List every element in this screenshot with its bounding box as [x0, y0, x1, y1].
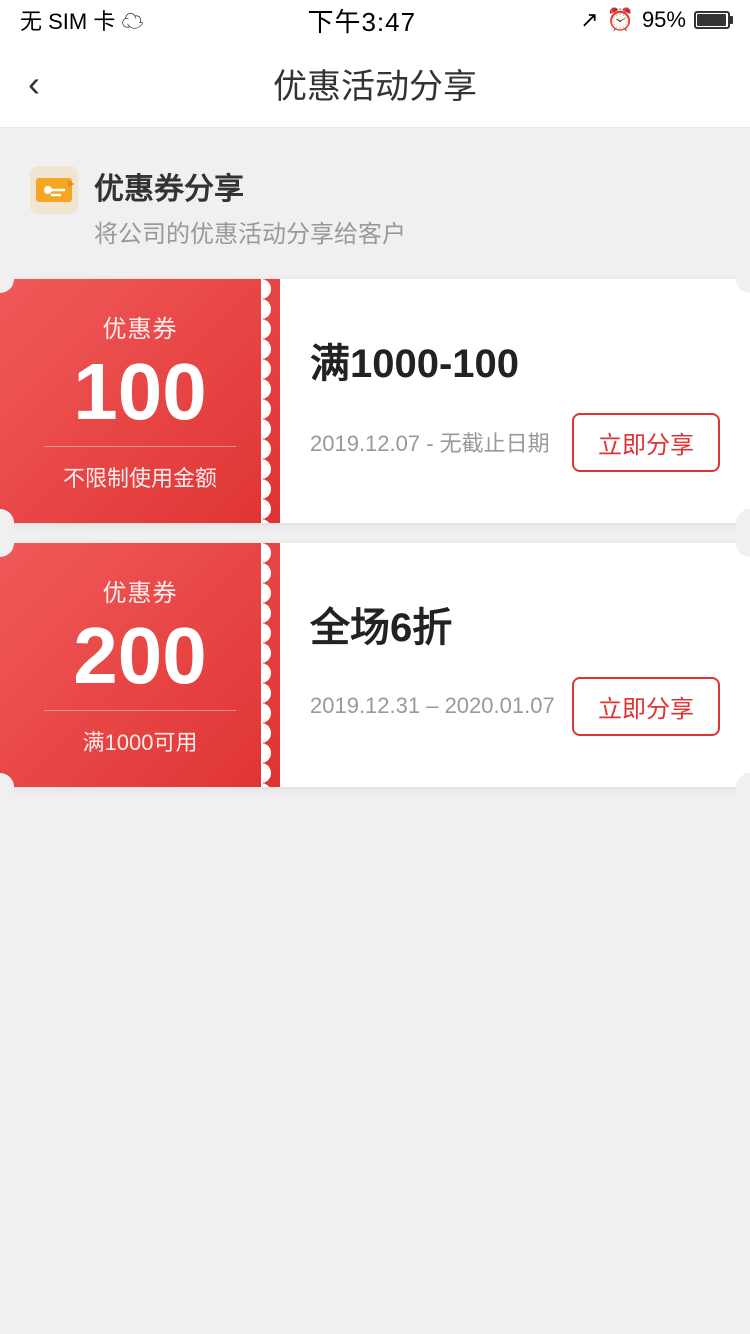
coupon-label-1: 优惠券 [103, 573, 178, 608]
coupon-date-row-0: 2019.12.07 - 无截止日期 立即分享 [310, 413, 720, 472]
coupon-condition-0: 不限制使用金额 [63, 461, 217, 493]
section-text: 优惠券分享 将公司的优惠活动分享给客户 [94, 164, 406, 249]
coupon-date-row-1: 2019.12.31 – 2020.01.07 立即分享 [310, 677, 720, 736]
coupon-amount-1: 200 [73, 616, 206, 696]
coupon-right-0: 满1000-100 2019.12.07 - 无截止日期 立即分享 [280, 279, 750, 523]
coupon-name-1: 全场6折 [310, 595, 720, 653]
share-button-1[interactable]: 立即分享 [572, 677, 720, 736]
alarm-icon: ⏰ [607, 7, 634, 33]
back-button[interactable]: ‹ [28, 63, 40, 105]
coupon-name-0: 满1000-100 [310, 331, 720, 389]
coupon-date-0: 2019.12.07 - 无截止日期 [310, 426, 550, 458]
coupon-date-1: 2019.12.31 – 2020.01.07 [310, 693, 555, 719]
status-right: ↗ ⏰ 95% [580, 7, 730, 33]
share-button-0[interactable]: 立即分享 [572, 413, 720, 472]
coupon-card: 优惠券 200 满1000可用 全场6折 2019.12.31 – 2020.0… [0, 543, 750, 787]
coupon-label-0: 优惠券 [103, 309, 178, 344]
page-title: 优惠活动分享 [273, 59, 477, 108]
status-bar: 无 SIM 卡 ☁ 下午3:47 ↗ ⏰ 95% [0, 0, 750, 40]
nav-bar: ‹ 优惠活动分享 [0, 40, 750, 128]
battery-icon [694, 11, 730, 29]
coupon-card: 优惠券 100 不限制使用金额 满1000-100 2019.12.07 - 无… [0, 279, 750, 523]
sim-label: 无 SIM 卡 ☁ [20, 4, 143, 36]
coupon-left-0: 优惠券 100 不限制使用金额 [0, 279, 280, 523]
section-header: 优惠券分享 将公司的优惠活动分享给客户 [0, 128, 750, 269]
location-icon: ↗ [580, 7, 598, 33]
coupon-divider-0 [44, 446, 236, 447]
coupon-amount-0: 100 [73, 352, 206, 432]
coupon-condition-1: 满1000可用 [83, 725, 198, 757]
status-left: 无 SIM 卡 ☁ [20, 4, 143, 36]
coupon-divider-1 [44, 710, 236, 711]
section-title: 优惠券分享 [94, 164, 406, 208]
section-subtitle: 将公司的优惠活动分享给客户 [94, 214, 406, 249]
page-background [0, 827, 750, 1227]
coupon-right-1: 全场6折 2019.12.31 – 2020.01.07 立即分享 [280, 543, 750, 787]
coupon-left-1: 优惠券 200 满1000可用 [0, 543, 280, 787]
coupon-share-icon [30, 166, 78, 214]
battery-percent: 95% [642, 7, 686, 33]
coupons-list: 优惠券 100 不限制使用金额 满1000-100 2019.12.07 - 无… [0, 269, 750, 827]
status-time: 下午3:47 [307, 2, 416, 39]
